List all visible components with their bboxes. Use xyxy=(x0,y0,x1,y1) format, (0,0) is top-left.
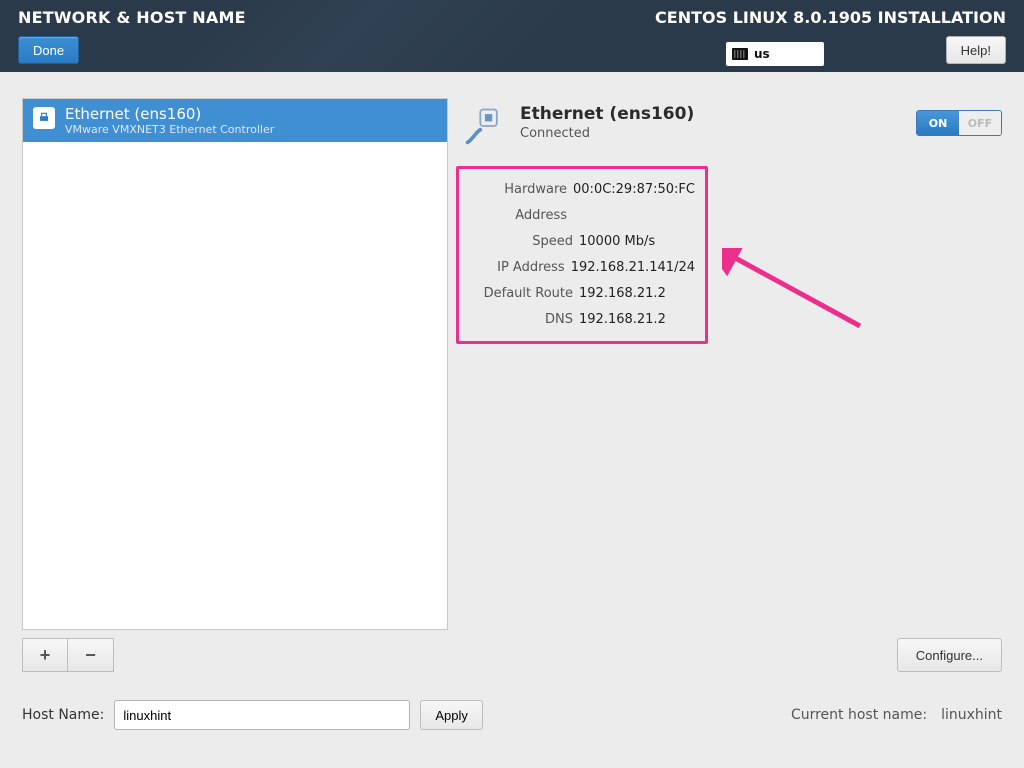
connection-info-box: Hardware Address 00:0C:29:87:50:FC Speed… xyxy=(456,166,708,344)
current-hostname-label: Current host name: xyxy=(791,707,927,723)
hostname-input[interactable] xyxy=(114,700,410,730)
interface-title: Ethernet (ens160) xyxy=(65,105,274,123)
installer-title: CENTOS LINUX 8.0.1905 INSTALLATION xyxy=(655,8,1006,27)
detail-title: Ethernet (ens160) xyxy=(520,104,694,124)
hostname-label: Host Name: xyxy=(22,707,104,723)
route-value: 192.168.21.2 xyxy=(579,281,666,307)
interface-list[interactable]: Ethernet (ens160) VMware VMXNET3 Etherne… xyxy=(22,98,448,630)
add-interface-button[interactable]: + xyxy=(22,638,68,672)
interface-list-buttons: + − xyxy=(22,638,448,672)
interface-row[interactable]: Ethernet (ens160) VMware VMXNET3 Etherne… xyxy=(23,99,447,142)
speed-label: Speed xyxy=(459,229,579,255)
keyboard-icon xyxy=(732,48,748,60)
toggle-off-label: OFF xyxy=(959,111,1001,135)
speed-value: 10000 Mb/s xyxy=(579,229,655,255)
keyboard-layout-label: us xyxy=(754,47,770,61)
annotation-arrow-icon xyxy=(722,248,862,328)
hw-address-label: Hardware Address xyxy=(459,177,573,229)
current-hostname: Current host name: linuxhint xyxy=(791,707,1002,723)
apply-hostname-button[interactable]: Apply xyxy=(420,700,483,730)
ethernet-plug-icon xyxy=(33,107,55,129)
done-button[interactable]: Done xyxy=(18,36,79,64)
configure-button[interactable]: Configure... xyxy=(897,638,1002,672)
detail-status: Connected xyxy=(520,126,694,141)
hostname-bar: Host Name: Apply Current host name: linu… xyxy=(0,672,1024,730)
top-bar: NETWORK & HOST NAME CENTOS LINUX 8.0.190… xyxy=(0,0,1024,72)
current-hostname-value: linuxhint xyxy=(941,707,1002,723)
info-row-hw-address: Hardware Address 00:0C:29:87:50:FC xyxy=(459,177,695,229)
dns-value: 192.168.21.2 xyxy=(579,307,666,333)
toggle-on-label: ON xyxy=(917,111,959,135)
help-button[interactable]: Help! xyxy=(946,36,1006,64)
interface-subtitle: VMware VMXNET3 Ethernet Controller xyxy=(65,123,274,136)
ip-value: 192.168.21.141/24 xyxy=(571,255,695,281)
dns-label: DNS xyxy=(459,307,579,333)
route-label: Default Route xyxy=(459,281,579,307)
info-row-route: Default Route 192.168.21.2 xyxy=(459,281,695,307)
interface-detail-panel: Ethernet (ens160) Connected ON OFF Hardw… xyxy=(462,98,1002,672)
hw-address-value: 00:0C:29:87:50:FC xyxy=(573,177,695,229)
info-row-dns: DNS 192.168.21.2 xyxy=(459,307,695,333)
ip-label: IP Address xyxy=(459,255,571,281)
ethernet-cable-icon xyxy=(462,104,506,148)
remove-interface-button[interactable]: − xyxy=(68,638,114,672)
keyboard-layout-indicator[interactable]: us xyxy=(726,42,824,66)
interface-toggle[interactable]: ON OFF xyxy=(916,110,1002,136)
info-row-ip: IP Address 192.168.21.141/24 xyxy=(459,255,695,281)
main-content: Ethernet (ens160) VMware VMXNET3 Etherne… xyxy=(0,72,1024,672)
interface-list-panel: Ethernet (ens160) VMware VMXNET3 Etherne… xyxy=(22,98,448,672)
info-row-speed: Speed 10000 Mb/s xyxy=(459,229,695,255)
